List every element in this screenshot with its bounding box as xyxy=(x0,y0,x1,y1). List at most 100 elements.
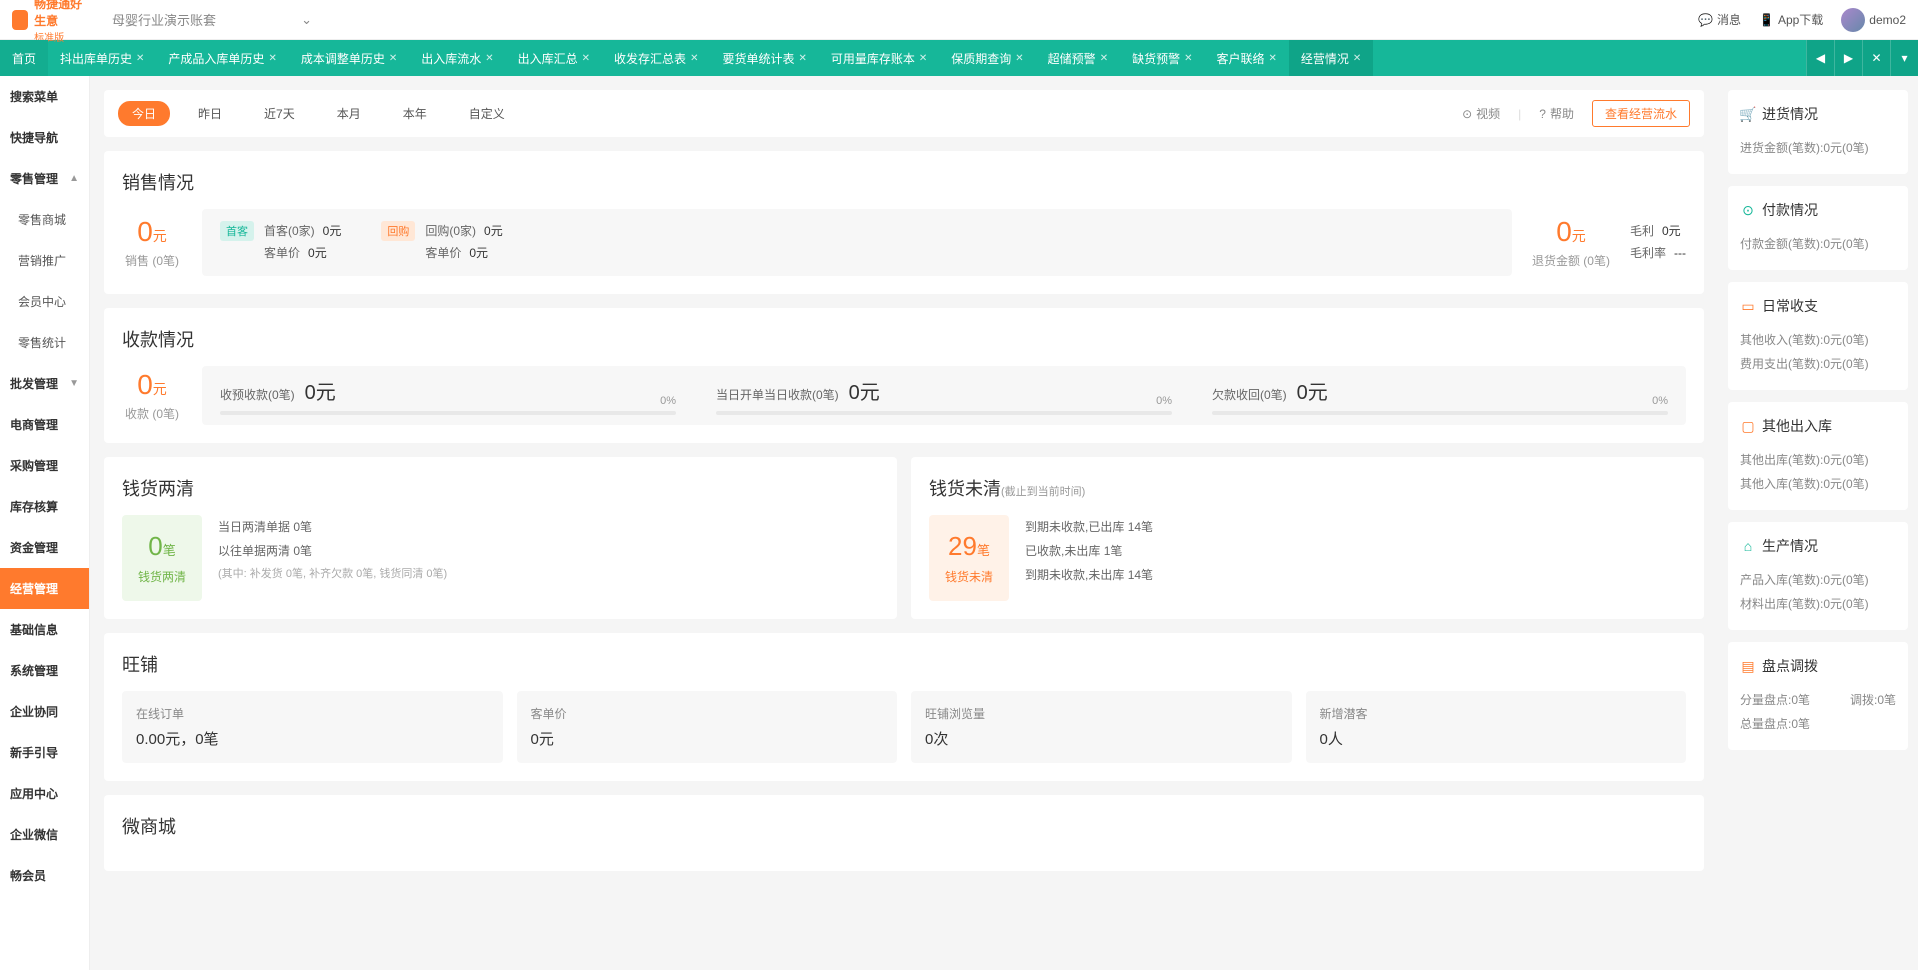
shop-cell-3: 新增潜客0人 xyxy=(1306,691,1687,763)
view-flow-button[interactable]: 查看经营流水 xyxy=(1592,100,1690,127)
tab-controls: ◀ ▶ ✕ ▾ xyxy=(1806,40,1918,76)
collect-item-1: 当日开单当日收款(0笔)0元0% xyxy=(716,376,1172,415)
user-menu[interactable]: demo2 xyxy=(1841,8,1906,32)
caret-icon: ▼ xyxy=(69,378,79,389)
collect-card: 收款情况 0元 收款 (0笔) 收预收款(0笔)0元0%当日开单当日收款(0笔)… xyxy=(104,308,1704,443)
close-icon[interactable]: ✕ xyxy=(1015,53,1023,64)
money-goods-clear-card: 钱货两清 0笔 钱货两清 当日两清单据 0笔 以往单据两清 0笔 (其中: 补发… xyxy=(104,457,897,619)
right-panel: 🛒进货情况 进货金额(笔数):0元(0笔) ⊙付款情况 付款金额(笔数):0元(… xyxy=(1718,76,1918,970)
sidebar-item-8[interactable]: 电商管理 xyxy=(0,404,89,445)
tab-9[interactable]: 超储预警✕ xyxy=(1036,40,1120,76)
tab-12[interactable]: 经营情况✕ xyxy=(1289,40,1373,76)
sidebar-item-19[interactable]: 畅会员 xyxy=(0,855,89,896)
date-pill-4[interactable]: 本年 xyxy=(389,101,441,126)
close-icon[interactable]: ✕ xyxy=(582,53,590,64)
close-icon[interactable]: ✕ xyxy=(798,53,806,64)
date-pill-0[interactable]: 今日 xyxy=(118,101,170,126)
tab-6[interactable]: 要货单统计表✕ xyxy=(710,40,818,76)
close-icon[interactable]: ✕ xyxy=(1269,53,1277,64)
date-filter: 今日昨日近7天本月本年自定义 ⊙视频 | ?帮助 查看经营流水 xyxy=(104,90,1704,137)
avatar xyxy=(1841,8,1865,32)
shop-cell-1: 客单价0元 xyxy=(517,691,898,763)
clipboard-icon: ▤ xyxy=(1740,658,1756,674)
sidebar-item-11[interactable]: 资金管理 xyxy=(0,527,89,568)
tab-1[interactable]: 产成品入库单历史✕ xyxy=(156,40,288,76)
shop-cell-0: 在线订单0.00元，0笔 xyxy=(122,691,503,763)
phone-icon: 📱 xyxy=(1759,13,1774,27)
close-icon[interactable]: ✕ xyxy=(1353,53,1361,64)
help-icon: ? xyxy=(1539,107,1546,121)
close-icon[interactable]: ✕ xyxy=(268,53,276,64)
messages-link[interactable]: 💬 消息 xyxy=(1698,11,1741,28)
sidebar-item-5[interactable]: 会员中心 xyxy=(0,281,89,322)
sidebar-item-7[interactable]: 批发管理▼ xyxy=(0,363,89,404)
tab-5[interactable]: 收发存汇总表✕ xyxy=(602,40,710,76)
collect-item-0: 收预收款(0笔)0元0% xyxy=(220,376,676,415)
tab-home[interactable]: 首页 xyxy=(0,40,48,76)
tab-8[interactable]: 保质期查询✕ xyxy=(939,40,1035,76)
video-link[interactable]: ⊙视频 xyxy=(1462,105,1500,122)
sidebar-item-14[interactable]: 系统管理 xyxy=(0,650,89,691)
tab-close-all[interactable]: ✕ xyxy=(1862,40,1890,76)
date-pill-5[interactable]: 自定义 xyxy=(455,101,519,126)
tab-scroll-left[interactable]: ◀ xyxy=(1806,40,1834,76)
tab-11[interactable]: 客户联络✕ xyxy=(1204,40,1288,76)
sidebar-item-9[interactable]: 采购管理 xyxy=(0,445,89,486)
purchase-summary-card: 🛒进货情况 进货金额(笔数):0元(0笔) xyxy=(1728,90,1908,174)
tab-4[interactable]: 出入库汇总✕ xyxy=(506,40,602,76)
sidebar-item-6[interactable]: 零售统计 xyxy=(0,322,89,363)
message-icon: 💬 xyxy=(1698,13,1713,27)
topbar: 畅捷通好生意 标准版 母婴行业演示账套 ⌄ 💬 消息 📱 App下载 demo2 xyxy=(0,0,1918,40)
app-download-link[interactable]: 📱 App下载 xyxy=(1759,11,1823,28)
date-pill-3[interactable]: 本月 xyxy=(323,101,375,126)
production-summary-card: ⌂生产情况 产品入库(笔数):0元(0笔) 材料出库(笔数):0元(0笔) xyxy=(1728,522,1908,630)
first-customer-tag: 首客 xyxy=(220,221,254,241)
collect-title: 收款情况 xyxy=(122,326,1686,352)
tab-7[interactable]: 可用量库存账本✕ xyxy=(819,40,939,76)
tab-menu[interactable]: ▾ xyxy=(1890,40,1918,76)
close-icon[interactable]: ✕ xyxy=(485,53,493,64)
sidebar-item-1[interactable]: 快捷导航 xyxy=(0,117,89,158)
tab-2[interactable]: 成本调整单历史✕ xyxy=(289,40,409,76)
sidebar-item-17[interactable]: 应用中心 xyxy=(0,773,89,814)
logo: 畅捷通好生意 标准版 xyxy=(12,0,92,44)
sidebar-item-0[interactable]: 搜索菜单 xyxy=(0,76,89,117)
account-name: 母婴行业演示账套 xyxy=(112,10,216,29)
other-io-summary-card: ▢其他出入库 其他出库(笔数):0元(0笔) 其他入库(笔数):0元(0笔) xyxy=(1728,402,1908,510)
sidebar: 搜索菜单快捷导航零售管理▲零售商城营销推广会员中心零售统计批发管理▼电商管理采购… xyxy=(0,76,90,970)
tab-10[interactable]: 缺货预警✕ xyxy=(1120,40,1204,76)
help-link[interactable]: ?帮助 xyxy=(1539,105,1574,122)
sidebar-item-16[interactable]: 新手引导 xyxy=(0,732,89,773)
close-icon[interactable]: ✕ xyxy=(1100,53,1108,64)
micromall-card: 微商城 xyxy=(104,795,1704,871)
collect-item-2: 欠款收回(0笔)0元0% xyxy=(1212,376,1668,415)
tab-scroll-right[interactable]: ▶ xyxy=(1834,40,1862,76)
caret-icon: ▲ xyxy=(69,173,79,184)
close-icon[interactable]: ✕ xyxy=(690,53,698,64)
coin-icon: ⊙ xyxy=(1740,202,1756,218)
sidebar-item-13[interactable]: 基础信息 xyxy=(0,609,89,650)
wallet-icon: ▭ xyxy=(1740,298,1756,314)
sidebar-item-18[interactable]: 企业微信 xyxy=(0,814,89,855)
sidebar-item-4[interactable]: 营销推广 xyxy=(0,240,89,281)
return-amount-stat: 0元 退货金额 (0笔) xyxy=(1532,216,1610,269)
sidebar-item-2[interactable]: 零售管理▲ xyxy=(0,158,89,199)
tab-0[interactable]: 抖出库单历史✕ xyxy=(48,40,156,76)
daily-summary-card: ▭日常收支 其他收入(笔数):0元(0笔) 费用支出(笔数):0元(0笔) xyxy=(1728,282,1908,390)
close-icon[interactable]: ✕ xyxy=(1184,53,1192,64)
date-pill-2[interactable]: 近7天 xyxy=(250,101,309,126)
tab-3[interactable]: 出入库流水✕ xyxy=(409,40,505,76)
date-pill-1[interactable]: 昨日 xyxy=(184,101,236,126)
sidebar-item-15[interactable]: 企业协同 xyxy=(0,691,89,732)
account-selector[interactable]: 母婴行业演示账套 ⌄ xyxy=(112,10,312,29)
cart-icon: 🛒 xyxy=(1740,106,1756,122)
sidebar-item-12[interactable]: 经营管理 xyxy=(0,568,89,609)
unclear-stat: 29笔 钱货未清 xyxy=(929,515,1009,601)
main-content: 今日昨日近7天本月本年自定义 ⊙视频 | ?帮助 查看经营流水 销售情况 0元 … xyxy=(90,76,1718,970)
tabbar: 首页 抖出库单历史✕产成品入库单历史✕成本调整单历史✕出入库流水✕出入库汇总✕收… xyxy=(0,40,1918,76)
sidebar-item-10[interactable]: 库存核算 xyxy=(0,486,89,527)
close-icon[interactable]: ✕ xyxy=(136,53,144,64)
sidebar-item-3[interactable]: 零售商城 xyxy=(0,199,89,240)
close-icon[interactable]: ✕ xyxy=(919,53,927,64)
close-icon[interactable]: ✕ xyxy=(389,53,397,64)
